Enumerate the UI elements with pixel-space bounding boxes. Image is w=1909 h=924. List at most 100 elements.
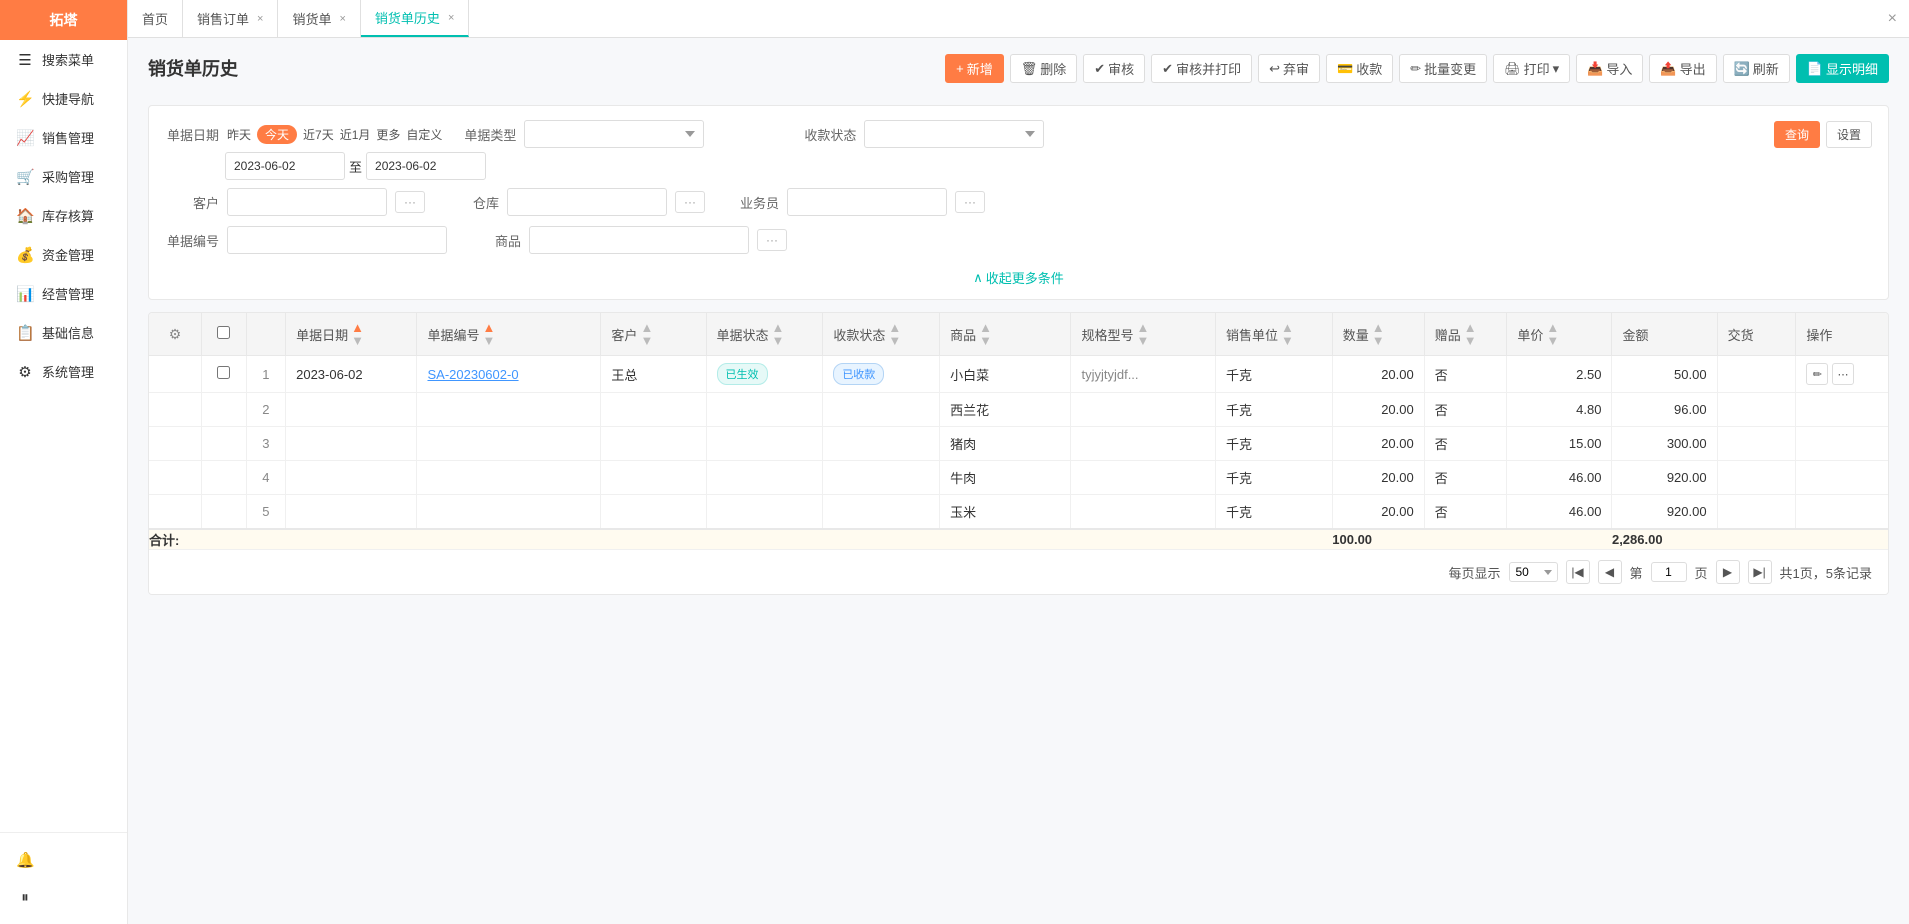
cell-cb-2[interactable]: [202, 427, 247, 461]
goods-field: 商品 ···: [467, 226, 787, 254]
sidebar-item-search-menu[interactable]: ☰ 搜索菜单: [0, 40, 127, 79]
th-qty[interactable]: 数量 ▲▼: [1332, 313, 1424, 356]
cell-cb-3[interactable]: [202, 461, 247, 495]
sidebar-item-capital-mgmt[interactable]: 💰 资金管理: [0, 235, 127, 274]
sidebar-item-basic-info[interactable]: 📋 基础信息: [0, 313, 127, 352]
print-button[interactable]: 🖨 打印 ▾: [1493, 54, 1570, 83]
show-detail-button[interactable]: 📄 显示明细: [1796, 54, 1889, 83]
abandon-button[interactable]: ↩ 弃审: [1258, 54, 1320, 83]
edit-btn-0[interactable]: ✏: [1806, 363, 1828, 385]
sidebar-item-inventory-calc[interactable]: 🏠 库存核算: [0, 196, 127, 235]
row-checkbox-0[interactable]: [217, 366, 230, 379]
shortcut-7days[interactable]: 近7天: [303, 126, 334, 143]
cell-goods-2: 猪肉: [940, 427, 1071, 461]
page-input[interactable]: [1651, 562, 1687, 582]
shortcut-1month[interactable]: 近1月: [340, 126, 371, 143]
refresh-button[interactable]: 🔄 刷新: [1723, 54, 1790, 83]
cell-rowno-3: 4: [246, 461, 285, 495]
cell-docno-1[interactable]: [417, 393, 601, 427]
th-settings[interactable]: ⚙: [149, 313, 202, 356]
salesperson-input[interactable]: [787, 188, 947, 216]
tab-sales-goods[interactable]: 销货单 ×: [278, 0, 360, 37]
cell-docno-3[interactable]: [417, 461, 601, 495]
salesperson-dots-btn[interactable]: ···: [955, 191, 985, 213]
last-page-btn[interactable]: ▶|: [1748, 560, 1772, 584]
audit-button[interactable]: ✔ 审核: [1083, 54, 1145, 83]
collect-button[interactable]: 💳 收款: [1326, 54, 1393, 83]
doc-type-select[interactable]: [524, 120, 704, 148]
th-customer[interactable]: 客户 ▲▼: [601, 313, 706, 356]
select-all-checkbox[interactable]: [217, 326, 230, 339]
th-payment-status[interactable]: 收款状态 ▲▼: [823, 313, 940, 356]
th-doc-status[interactable]: 单据状态 ▲▼: [706, 313, 823, 356]
settings-gear-icon[interactable]: ⚙: [169, 326, 182, 342]
customer-input[interactable]: [227, 188, 387, 216]
sidebar-item-business-mgmt[interactable]: 📊 经营管理: [0, 274, 127, 313]
cell-docno-0[interactable]: SA-20230602-0: [417, 356, 601, 393]
th-unit[interactable]: 销售单位 ▲▼: [1215, 313, 1332, 356]
doc-no-link-0[interactable]: SA-20230602-0: [427, 367, 518, 382]
warehouse-input[interactable]: [507, 188, 667, 216]
tab-sales-goods-close[interactable]: ×: [339, 13, 345, 25]
cell-customer-4: [601, 495, 706, 530]
cell-cb-0[interactable]: [202, 356, 247, 393]
sidebar-pause[interactable]: ⏸: [0, 879, 127, 916]
import-button[interactable]: 📥 导入: [1576, 54, 1643, 83]
tab-sales-history[interactable]: 销货单历史 ×: [361, 0, 469, 37]
cell-qty-2: 20.00: [1332, 427, 1424, 461]
tab-sales-history-close[interactable]: ×: [448, 12, 454, 24]
sidebar-notification[interactable]: 🔔: [0, 841, 127, 879]
doc-type-field: 单据类型: [462, 120, 782, 148]
shortcut-custom[interactable]: 自定义: [406, 126, 442, 143]
first-page-btn[interactable]: |◀: [1566, 560, 1590, 584]
next-page-btn[interactable]: ▶: [1716, 560, 1740, 584]
more-btn-0[interactable]: ⋯: [1832, 363, 1854, 385]
new-button[interactable]: + 新增: [945, 54, 1004, 83]
th-doc-date[interactable]: 单据日期 ▲▼: [286, 313, 417, 356]
delete-button[interactable]: 🗑 删除: [1010, 54, 1078, 83]
tab-sales-order-close[interactable]: ×: [257, 13, 263, 25]
th-doc-no[interactable]: 单据编号 ▲▼: [417, 313, 601, 356]
date-from-input[interactable]: [225, 152, 345, 180]
query-button[interactable]: 查询: [1774, 121, 1820, 148]
cell-cb-4[interactable]: [202, 495, 247, 530]
payment-status-select[interactable]: [864, 120, 1044, 148]
settings-button[interactable]: 设置: [1826, 121, 1872, 148]
tab-sales-order[interactable]: 销售订单 ×: [183, 0, 278, 37]
cell-cb-1[interactable]: [202, 393, 247, 427]
sidebar-item-label: 快捷导航: [42, 89, 94, 108]
per-page-select[interactable]: 10 20 50 100: [1509, 562, 1558, 582]
audit-print-button[interactable]: ✔ 审核并打印: [1151, 54, 1252, 83]
warehouse-dots-btn[interactable]: ···: [675, 191, 705, 213]
cell-docno-4[interactable]: [417, 495, 601, 530]
tab-sales-order-label: 销售订单: [197, 9, 249, 28]
th-spec[interactable]: 规格型号 ▲▼: [1071, 313, 1216, 356]
content-area: 销货单历史 + 新增 🗑 删除 ✔ 审核 ✔ 审核并打印: [128, 38, 1909, 924]
cell-docno-2[interactable]: [417, 427, 601, 461]
th-gift[interactable]: 赠品 ▲▼: [1424, 313, 1507, 356]
table-row: 5 玉米 千克 20.00 否 46.00 920.00: [149, 495, 1888, 530]
customer-dots-btn[interactable]: ···: [395, 191, 425, 213]
goods-input[interactable]: [529, 226, 749, 254]
tab-close-all[interactable]: ×: [1876, 10, 1909, 28]
batch-change-button[interactable]: ✏ 批量变更: [1399, 54, 1487, 83]
cell-amount-0: 50.00: [1612, 356, 1717, 393]
shortcut-today[interactable]: 今天: [257, 125, 297, 144]
sidebar-item-quick-nav[interactable]: ⚡ 快捷导航: [0, 79, 127, 118]
shortcut-more[interactable]: 更多: [376, 126, 400, 143]
sidebar-item-sales-mgmt[interactable]: 📈 销售管理: [0, 118, 127, 157]
date-to-input[interactable]: [366, 152, 486, 180]
doc-no-input[interactable]: [227, 226, 447, 254]
shortcut-yesterday[interactable]: 昨天: [227, 126, 251, 143]
sidebar-item-purchase-mgmt[interactable]: 🛒 采购管理: [0, 157, 127, 196]
th-goods[interactable]: 商品 ▲▼: [940, 313, 1071, 356]
prev-page-btn[interactable]: ◀: [1598, 560, 1622, 584]
tab-home[interactable]: 首页: [128, 0, 183, 37]
th-price[interactable]: 单价 ▲▼: [1507, 313, 1612, 356]
collapse-button[interactable]: ∧ 收起更多条件: [973, 264, 1064, 291]
summary-label: 合计:: [149, 529, 286, 549]
goods-dots-btn[interactable]: ···: [757, 229, 787, 251]
sidebar-item-system-mgmt[interactable]: ⚙ 系统管理: [0, 352, 127, 391]
export-button[interactable]: 📤 导出: [1649, 54, 1716, 83]
cell-goods-3: 牛肉: [940, 461, 1071, 495]
